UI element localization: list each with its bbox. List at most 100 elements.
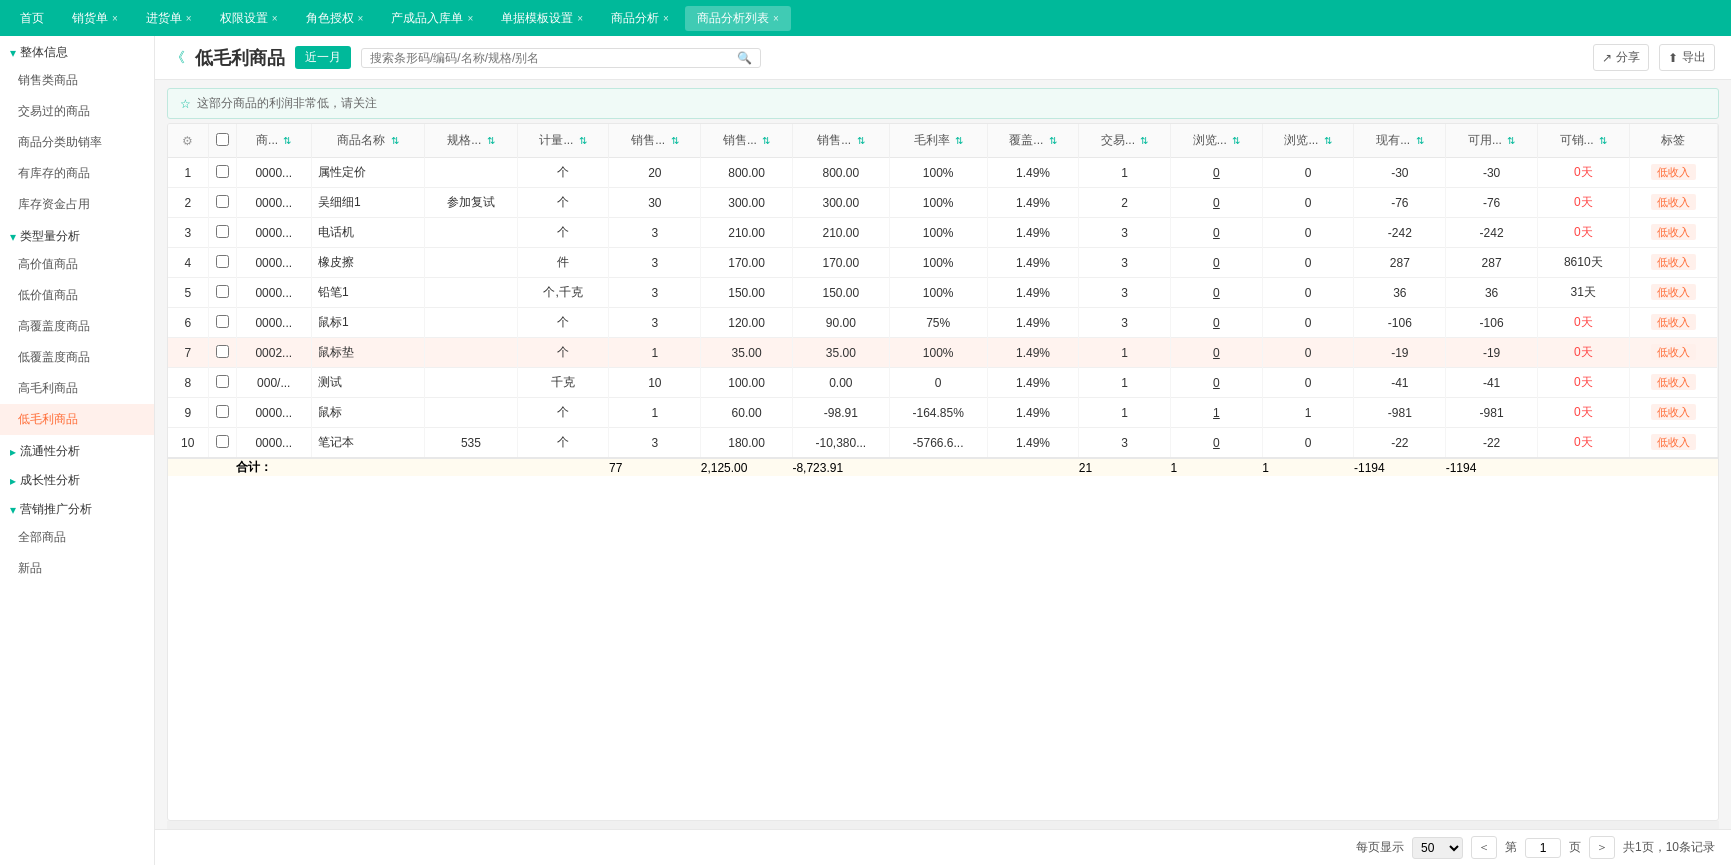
row-select-checkbox[interactable] [216,345,229,358]
close-icon[interactable]: × [577,13,583,24]
nav-purchase[interactable]: 进货单 × [134,6,204,31]
row-avail: -106 [1446,308,1538,338]
row-select-checkbox[interactable] [216,255,229,268]
nav-product-analysis[interactable]: 商品分析 × [599,6,681,31]
horizontal-scrollbar[interactable] [167,821,1719,829]
table-header-spec[interactable]: 规格... ⇅ [425,124,518,158]
sidebar-item-stock-capital[interactable]: 库存资金占用 [0,189,154,220]
prev-page-btn[interactable]: ＜ [1471,836,1497,859]
select-all-checkbox[interactable] [216,133,229,146]
nav-template-settings[interactable]: 单据模板设置 × [489,6,595,31]
row-browse1[interactable]: 1 [1171,398,1263,428]
nav-home[interactable]: 首页 [8,6,56,31]
row-checkbox[interactable] [208,278,236,308]
row-select-checkbox[interactable] [216,165,229,178]
sidebar-item-sales-products[interactable]: 销售类商品 [0,65,154,96]
table-header-sales-qty[interactable]: 销售... ⇅ [609,124,701,158]
nav-sales-order[interactable]: 销货单 × [60,6,130,31]
close-icon[interactable]: × [773,13,779,24]
sidebar-item-low-margin[interactable]: 低毛利商品 [0,404,154,435]
sidebar-group-type[interactable]: ▾ 类型量分析 [0,220,154,249]
table-header-coverage[interactable]: 覆盖... ⇅ [987,124,1079,158]
row-checkbox[interactable] [208,428,236,459]
row-checkbox[interactable] [208,218,236,248]
close-icon[interactable]: × [272,13,278,24]
search-icon[interactable]: 🔍 [737,51,752,65]
close-icon[interactable]: × [358,13,364,24]
row-checkbox[interactable] [208,398,236,428]
table-row: 2 0000... 吴细细1 参加复试 个 30 300.00 300.00 1… [168,188,1718,218]
table-header-sellable[interactable]: 可销... ⇅ [1537,124,1629,158]
row-browse1[interactable]: 0 [1171,278,1263,308]
table-header-sales-profit[interactable]: 销售... ⇅ [792,124,889,158]
nav-products-in[interactable]: 产成品入库单 × [379,6,485,31]
row-browse1[interactable]: 0 [1171,158,1263,188]
nav-roles[interactable]: 角色授权 × [294,6,376,31]
row-checkbox[interactable] [208,308,236,338]
row-select-checkbox[interactable] [216,225,229,238]
sidebar-item-category-rate[interactable]: 商品分类助销率 [0,127,154,158]
sidebar-item-high-coverage[interactable]: 高覆盖度商品 [0,311,154,342]
export-button[interactable]: ⬆ 导出 [1659,44,1715,71]
table-header-unit[interactable]: 计量... ⇅ [517,124,609,158]
table-header-current[interactable]: 现有... ⇅ [1354,124,1446,158]
row-select-checkbox[interactable] [216,435,229,448]
footer-empty3 [987,458,1079,476]
close-icon[interactable]: × [467,13,473,24]
close-icon[interactable]: × [186,13,192,24]
table-header-browse2[interactable]: 浏览... ⇅ [1262,124,1354,158]
page-size-select[interactable]: 50 100 200 [1412,837,1463,859]
sidebar-item-traded-products[interactable]: 交易过的商品 [0,96,154,127]
row-browse1[interactable]: 0 [1171,428,1263,459]
row-select-checkbox[interactable] [216,285,229,298]
sidebar-item-new-products[interactable]: 新品 [0,553,154,584]
footer-label [168,458,236,476]
row-select-checkbox[interactable] [216,195,229,208]
row-checkbox[interactable] [208,368,236,398]
close-icon[interactable]: × [112,13,118,24]
table-header-tag[interactable]: 标签 [1629,124,1717,158]
next-page-btn[interactable]: ＞ [1589,836,1615,859]
search-input[interactable] [370,51,737,65]
row-checkbox[interactable] [208,158,236,188]
sidebar-item-low-value[interactable]: 低价值商品 [0,280,154,311]
table-settings-icon[interactable]: ⚙ [168,124,208,158]
nav-product-analysis-list[interactable]: 商品分析列表 × [685,6,791,31]
row-select-checkbox[interactable] [216,375,229,388]
table-header-avail[interactable]: 可用... ⇅ [1446,124,1538,158]
close-icon[interactable]: × [663,13,669,24]
row-browse1[interactable]: 0 [1171,338,1263,368]
sidebar-group-overall[interactable]: ▾ 整体信息 [0,36,154,65]
row-coverage: 1.49% [987,278,1079,308]
row-select-checkbox[interactable] [216,315,229,328]
sidebar-group-marketing[interactable]: ▾ 营销推广分析 [0,493,154,522]
table-header-sales-price[interactable]: 销售... ⇅ [701,124,793,158]
row-browse1[interactable]: 0 [1171,368,1263,398]
row-checkbox[interactable] [208,338,236,368]
table-header-name[interactable]: 商品名称 ⇅ [312,124,425,158]
filter-recent-month-btn[interactable]: 近一月 [295,46,351,69]
nav-permissions[interactable]: 权限设置 × [208,6,290,31]
sidebar-item-all-products[interactable]: 全部商品 [0,522,154,553]
table-header-trans[interactable]: 交易... ⇅ [1079,124,1171,158]
sidebar-item-low-coverage[interactable]: 低覆盖度商品 [0,342,154,373]
sidebar-item-high-margin[interactable]: 高毛利商品 [0,373,154,404]
sidebar-group-growth[interactable]: ▸ 成长性分析 [0,464,154,493]
table-header-browse1[interactable]: 浏览... ⇅ [1171,124,1263,158]
row-checkbox[interactable] [208,188,236,218]
share-button[interactable]: ↗ 分享 [1593,44,1649,71]
sidebar-item-stock-products[interactable]: 有库存的商品 [0,158,154,189]
row-browse1[interactable]: 0 [1171,188,1263,218]
collapse-icon[interactable]: 《 [171,49,185,67]
row-checkbox[interactable] [208,248,236,278]
table-header-gross-rate[interactable]: 毛利率 ⇅ [889,124,987,158]
sidebar-group-circulation[interactable]: ▸ 流通性分析 [0,435,154,464]
row-browse1[interactable]: 0 [1171,308,1263,338]
table-header-code[interactable]: 商... ⇅ [236,124,312,158]
page-number-input[interactable] [1525,838,1561,858]
table-check-all[interactable] [208,124,236,158]
row-browse1[interactable]: 0 [1171,218,1263,248]
row-select-checkbox[interactable] [216,405,229,418]
sidebar-item-high-value[interactable]: 高价值商品 [0,249,154,280]
row-browse1[interactable]: 0 [1171,248,1263,278]
